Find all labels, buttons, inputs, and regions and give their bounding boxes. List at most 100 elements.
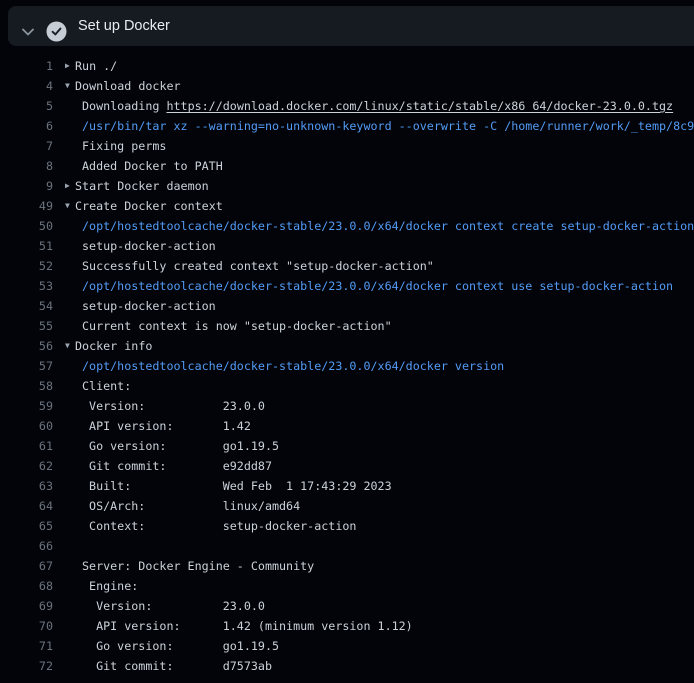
log-text: Client: <box>82 376 131 396</box>
log-line: 56 ▼Docker info <box>0 336 694 356</box>
line-number[interactable]: 65 <box>0 516 53 536</box>
group-title[interactable]: Start Docker daemon <box>75 176 209 196</box>
log-line: 62 Git commit: e92dd87 <box>0 456 694 476</box>
log-text: Current context is now "setup-docker-act… <box>82 316 392 336</box>
log-line: 64 OS/Arch: linux/amd64 <box>0 496 694 516</box>
log-line: 52 Successfully created context "setup-do… <box>0 256 694 276</box>
expand-arrow-icon[interactable]: ▼ <box>65 76 75 96</box>
line-number[interactable]: 52 <box>0 256 53 276</box>
log-line: 69 Version: 23.0.0 <box>0 596 694 616</box>
line-number[interactable]: 72 <box>0 656 53 676</box>
log-line: 59 Version: 23.0.0 <box>0 396 694 416</box>
log-line: 8 Added Docker to PATH <box>0 156 694 176</box>
log-text: Fixing perms <box>82 136 166 156</box>
line-number[interactable]: 66 <box>0 536 53 556</box>
log-text: Added Docker to PATH <box>82 156 223 176</box>
log-line: 72 Git commit: d7573ab <box>0 656 694 676</box>
log-text: Context: setup-docker-action <box>82 516 356 536</box>
line-number[interactable]: 63 <box>0 476 53 496</box>
line-number[interactable]: 64 <box>0 496 53 516</box>
log-text: Version: 23.0.0 <box>82 396 265 416</box>
line-number[interactable]: 9 <box>0 176 53 196</box>
log-line: 60 API version: 1.42 <box>0 416 694 436</box>
log-line: 53/opt/hostedtoolcache/docker-stable/23.… <box>0 276 694 296</box>
collapse-arrow-icon[interactable]: ▶ <box>65 176 75 196</box>
log-line: 49 ▼Create Docker context <box>0 196 694 216</box>
command-text: /opt/hostedtoolcache/docker-stable/23.0.… <box>82 356 504 376</box>
line-number[interactable]: 59 <box>0 396 53 416</box>
log-console: 1▶Run ./4▼Download docker5Downloading ht… <box>0 46 694 683</box>
check-circle-icon <box>46 21 67 42</box>
group-title[interactable]: Docker info <box>75 336 152 356</box>
log-text: API version: 1.42 <box>82 416 251 436</box>
chevron-down-icon[interactable] <box>21 25 35 39</box>
line-number[interactable]: 51 <box>0 236 53 256</box>
line-number[interactable]: 71 <box>0 636 53 656</box>
line-number[interactable]: 61 <box>0 436 53 456</box>
line-number[interactable]: 58 <box>0 376 53 396</box>
log-line: 71 Go version: go1.19.5 <box>0 636 694 656</box>
log-text: setup-docker-action <box>82 236 216 256</box>
log-line: 63 Built: Wed Feb 1 17:43:29 2023 <box>0 476 694 496</box>
line-number[interactable]: 8 <box>0 156 53 176</box>
log-line: 70 API version: 1.42 (minimum version 1.… <box>0 616 694 636</box>
line-number[interactable]: 56 <box>0 336 53 356</box>
log-text: Built: Wed Feb 1 17:43:29 2023 <box>82 476 392 496</box>
log-line: 57/opt/hostedtoolcache/docker-stable/23.… <box>0 356 694 376</box>
line-number[interactable]: 62 <box>0 456 53 476</box>
group-title[interactable]: Create Docker context <box>75 196 223 216</box>
log-text: API version: 1.42 (minimum version 1.12) <box>82 616 413 636</box>
log-text: Server: Docker Engine - Community <box>82 556 314 576</box>
log-text: Git commit: d7573ab <box>82 656 272 676</box>
line-number[interactable]: 55 <box>0 316 53 336</box>
log-line: 9 ▶Start Docker daemon <box>0 176 694 196</box>
log-link[interactable]: https://download.docker.com/linux/static… <box>166 99 673 113</box>
log-text: Downloading <box>82 99 166 113</box>
line-number[interactable]: 50 <box>0 216 53 236</box>
log-line: 54 setup-docker-action <box>0 296 694 316</box>
log-text: Go version: go1.19.5 <box>82 636 279 656</box>
command-text: /opt/hostedtoolcache/docker-stable/23.0.… <box>82 216 694 236</box>
line-number[interactable]: 1 <box>0 56 53 76</box>
log-text: OS/Arch: linux/amd64 <box>82 496 300 516</box>
line-number[interactable]: 53 <box>0 276 53 296</box>
command-text: /opt/hostedtoolcache/docker-stable/23.0.… <box>82 276 673 296</box>
group-title[interactable]: Download docker <box>75 76 181 96</box>
line-number[interactable]: 57 <box>0 356 53 376</box>
log-text: Downloading https://download.docker.com/… <box>82 96 673 116</box>
log-text: Go version: go1.19.5 <box>82 436 279 456</box>
expand-arrow-icon[interactable]: ▼ <box>65 336 75 356</box>
expand-arrow-icon[interactable]: ▼ <box>65 196 75 216</box>
collapse-arrow-icon[interactable]: ▶ <box>65 56 75 76</box>
log-text: Version: 23.0.0 <box>82 596 265 616</box>
line-number[interactable]: 7 <box>0 136 53 156</box>
log-line: 7 Fixing perms <box>0 136 694 156</box>
log-line: 58 Client: <box>0 376 694 396</box>
line-number[interactable]: 54 <box>0 296 53 316</box>
line-number[interactable]: 67 <box>0 556 53 576</box>
step-title: Set up Docker <box>78 6 170 46</box>
line-number[interactable]: 60 <box>0 416 53 436</box>
log-line: 67 Server: Docker Engine - Community <box>0 556 694 576</box>
line-number[interactable]: 70 <box>0 616 53 636</box>
group-title[interactable]: Run ./ <box>75 56 117 76</box>
log-line: 65 Context: setup-docker-action <box>0 516 694 536</box>
log-line: 4 ▼Download docker <box>0 76 694 96</box>
log-line: 51 setup-docker-action <box>0 236 694 256</box>
log-text: Git commit: e92dd87 <box>82 456 272 476</box>
step-header[interactable]: Set up Docker <box>8 6 694 46</box>
line-number[interactable]: 49 <box>0 196 53 216</box>
log-text: Successfully created context "setup-dock… <box>82 256 434 276</box>
log-text: Engine: <box>82 576 138 596</box>
line-number[interactable]: 5 <box>0 96 53 116</box>
log-line: 6/usr/bin/tar xz --warning=no-unknown-ke… <box>0 116 694 136</box>
line-number[interactable]: 6 <box>0 116 53 136</box>
line-number[interactable]: 69 <box>0 596 53 616</box>
line-number[interactable]: 4 <box>0 76 53 96</box>
log-line: 55 Current context is now "setup-docker-a… <box>0 316 694 336</box>
line-number[interactable]: 68 <box>0 576 53 596</box>
log-text: setup-docker-action <box>82 296 216 316</box>
log-line: 5 Downloading https://download.docker.com… <box>0 96 694 116</box>
log-line: 68 Engine: <box>0 576 694 596</box>
log-line: 50/opt/hostedtoolcache/docker-stable/23.… <box>0 216 694 236</box>
